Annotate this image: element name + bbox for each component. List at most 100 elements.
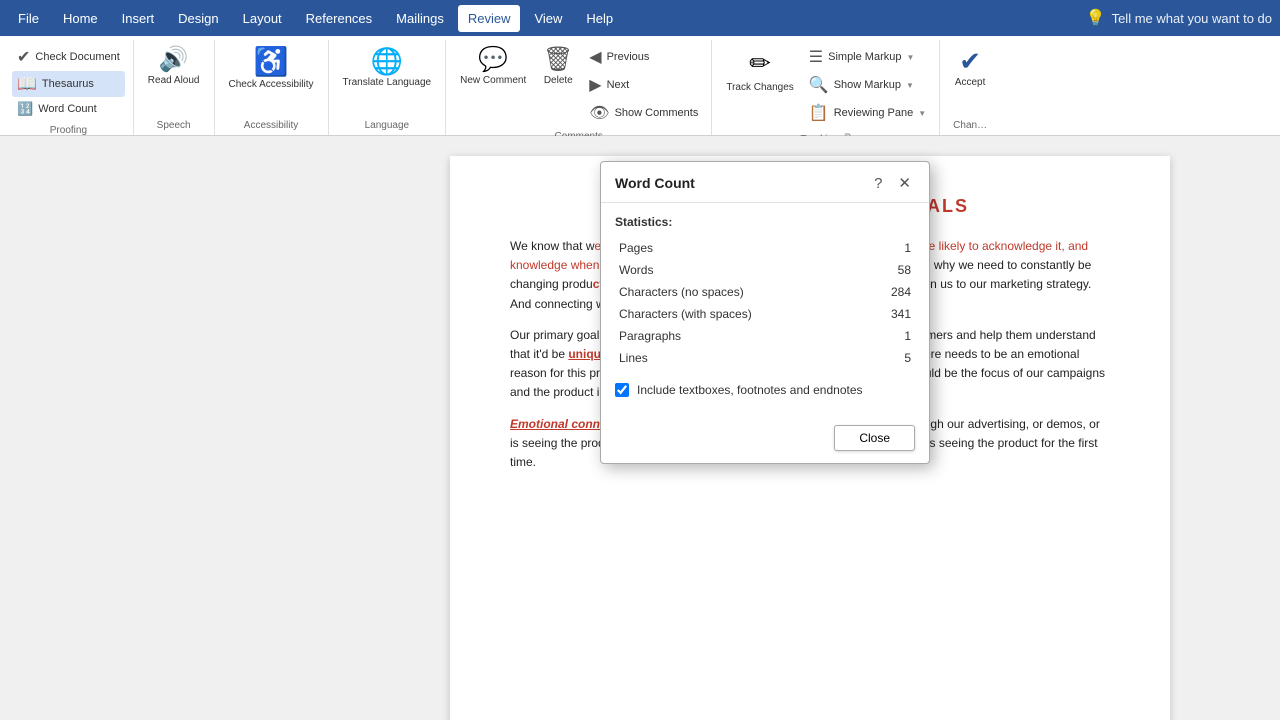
accept-btn[interactable]: ✔ Accept bbox=[948, 44, 992, 93]
table-row: Lines 5 bbox=[615, 347, 915, 369]
table-row: Characters (with spaces) 341 bbox=[615, 303, 915, 325]
delete-btn[interactable]: 🗑 Delete bbox=[536, 44, 580, 91]
menu-insert[interactable]: Insert bbox=[112, 5, 165, 32]
reviewing-pane-dropdown-icon: ▼ bbox=[918, 109, 926, 118]
table-row: Characters (no spaces) 284 bbox=[615, 281, 915, 303]
show-comments-btn[interactable]: 👁 Show Comments bbox=[584, 100, 703, 126]
thesaurus-label: Thesaurus bbox=[42, 78, 94, 90]
dialog-help-btn[interactable]: ? bbox=[870, 173, 886, 194]
menu-home[interactable]: Home bbox=[53, 5, 108, 32]
new-comment-icon: 💬 bbox=[478, 48, 508, 72]
check-document-icon: ✔ bbox=[17, 47, 30, 67]
reviewing-pane-icon: 📋 bbox=[809, 103, 829, 123]
menu-layout[interactable]: Layout bbox=[233, 5, 292, 32]
menu-design[interactable]: Design bbox=[168, 5, 228, 32]
thesaurus-btn[interactable]: 📖 Thesaurus bbox=[12, 71, 125, 97]
stat-pages-value: 1 bbox=[865, 237, 915, 259]
simple-markup-dropdown-icon: ▼ bbox=[906, 53, 914, 62]
dialog-title-icons: ? ✕ bbox=[870, 172, 915, 194]
ribbon-group-accessibility: ♿ Check Accessibility Accessibility bbox=[215, 40, 329, 135]
ribbon-group-proofing: ✔ Check Document 📖 Thesaurus 🔢 Word Coun… bbox=[4, 40, 134, 135]
tracking-items: ✏ Track Changes ☰ Simple Markup ▼ 🔍 Show… bbox=[720, 40, 931, 126]
word-count-btn[interactable]: 🔢 Word Count bbox=[12, 98, 125, 120]
menu-view[interactable]: View bbox=[524, 5, 572, 32]
ribbon-group-comments: 💬 New Comment 🗑 Delete ◀ Previous ▶ Next… bbox=[446, 40, 712, 135]
show-comments-icon: 👁 bbox=[589, 103, 609, 123]
dialog-title-bar: Word Count ? ✕ bbox=[601, 162, 929, 203]
translate-label: Translate Language bbox=[343, 77, 432, 89]
stat-pages-label: Pages bbox=[615, 237, 865, 259]
accept-icon: ✔ bbox=[959, 48, 981, 74]
check-accessibility-btn[interactable]: ♿ Check Accessibility bbox=[223, 44, 320, 95]
menu-bar: File Home Insert Design Layout Reference… bbox=[0, 0, 1280, 36]
show-comments-label: Show Comments bbox=[615, 107, 699, 119]
track-changes-label: Track Changes bbox=[726, 82, 793, 94]
stat-chars-nospace-label: Characters (no spaces) bbox=[615, 281, 865, 303]
simple-markup-label: Simple Markup bbox=[828, 51, 901, 63]
show-markup-label: Show Markup bbox=[834, 79, 901, 91]
track-changes-btn[interactable]: ✏ Track Changes bbox=[720, 44, 799, 98]
include-textboxes-checkbox[interactable] bbox=[615, 383, 629, 397]
left-panel bbox=[0, 136, 340, 720]
check-document-btn[interactable]: ✔ Check Document bbox=[12, 44, 125, 70]
stat-words-label: Words bbox=[615, 259, 865, 281]
menu-review[interactable]: Review bbox=[458, 5, 521, 32]
language-items: 🌐 Translate Language bbox=[337, 40, 438, 115]
check-accessibility-label: Check Accessibility bbox=[229, 79, 314, 91]
tell-me-bar[interactable]: 💡 Tell me what you want to do bbox=[1086, 8, 1272, 28]
stat-lines-value: 5 bbox=[865, 347, 915, 369]
delete-label: Delete bbox=[544, 75, 573, 87]
dialog-title: Word Count bbox=[615, 175, 695, 191]
new-comment-label: New Comment bbox=[460, 75, 526, 87]
dialog-close-btn[interactable]: ✕ bbox=[894, 172, 915, 194]
word-count-dialog: Word Count ? ✕ Statistics: Pages 1 bbox=[600, 161, 930, 464]
new-comment-btn[interactable]: 💬 New Comment bbox=[454, 44, 532, 91]
show-markup-btn[interactable]: 🔍 Show Markup ▼ bbox=[804, 72, 931, 98]
translate-icon: 🌐 bbox=[371, 48, 403, 74]
stat-paragraphs-label: Paragraphs bbox=[615, 325, 865, 347]
next-icon: ▶ bbox=[589, 75, 601, 95]
simple-markup-icon: ☰ bbox=[809, 47, 823, 67]
next-btn[interactable]: ▶ Next bbox=[584, 72, 703, 98]
ribbon-group-tracking: ✏ Track Changes ☰ Simple Markup ▼ 🔍 Show… bbox=[712, 40, 940, 135]
translate-language-btn[interactable]: 🌐 Translate Language bbox=[337, 44, 438, 93]
comments-items: 💬 New Comment 🗑 Delete ◀ Previous ▶ Next… bbox=[454, 40, 703, 126]
reviewing-pane-label: Reviewing Pane bbox=[834, 107, 914, 119]
proofing-col: ✔ Check Document 📖 Thesaurus 🔢 Word Coun… bbox=[12, 44, 125, 120]
menu-mailings[interactable]: Mailings bbox=[386, 5, 454, 32]
read-aloud-btn[interactable]: 🔊 Read Aloud bbox=[142, 44, 206, 91]
changes-group-label: Chan… bbox=[948, 115, 992, 135]
dialog-body: Statistics: Pages 1 Words 58 Cha bbox=[601, 203, 929, 425]
stat-chars-nospace-value: 284 bbox=[865, 281, 915, 303]
simple-markup-btn[interactable]: ☰ Simple Markup ▼ bbox=[804, 44, 931, 70]
table-row: Words 58 bbox=[615, 259, 915, 281]
menu-file[interactable]: File bbox=[8, 5, 49, 32]
menu-references[interactable]: References bbox=[296, 5, 382, 32]
track-changes-icon: ✏ bbox=[749, 48, 771, 79]
speech-group-label: Speech bbox=[142, 115, 206, 135]
show-markup-icon: 🔍 bbox=[809, 75, 829, 95]
dialog-close-button[interactable]: Close bbox=[834, 425, 915, 451]
reviewing-pane-btn[interactable]: 📋 Reviewing Pane ▼ bbox=[804, 100, 931, 126]
ribbon-group-changes: ✔ Accept Chan… bbox=[940, 40, 1000, 135]
table-row: Pages 1 bbox=[615, 237, 915, 259]
read-aloud-icon: 🔊 bbox=[159, 48, 189, 72]
previous-icon: ◀ bbox=[589, 47, 601, 67]
previous-btn[interactable]: ◀ Previous bbox=[584, 44, 703, 70]
dialog-overlay: Word Count ? ✕ Statistics: Pages 1 bbox=[450, 156, 1170, 720]
lightbulb-icon: 💡 bbox=[1086, 8, 1106, 28]
show-markup-dropdown-icon: ▼ bbox=[906, 81, 914, 90]
stat-chars-space-value: 341 bbox=[865, 303, 915, 325]
accessibility-group-label: Accessibility bbox=[223, 115, 320, 135]
checkbox-label: Include textboxes, footnotes and endnote… bbox=[637, 383, 863, 397]
stat-words-value: 58 bbox=[865, 259, 915, 281]
table-row: Paragraphs 1 bbox=[615, 325, 915, 347]
document-page: MARKETING SEGMENT GOALS We know that we … bbox=[450, 156, 1170, 720]
changes-items: ✔ Accept bbox=[948, 40, 992, 115]
delete-icon: 🗑 bbox=[543, 48, 573, 72]
menu-help[interactable]: Help bbox=[576, 5, 623, 32]
accessibility-items: ♿ Check Accessibility bbox=[223, 40, 320, 115]
stats-table: Pages 1 Words 58 Characters (no spaces) … bbox=[615, 237, 915, 369]
checkbox-row: Include textboxes, footnotes and endnote… bbox=[615, 383, 915, 397]
nav-col: ◀ Previous ▶ Next 👁 Show Comments bbox=[584, 44, 703, 126]
